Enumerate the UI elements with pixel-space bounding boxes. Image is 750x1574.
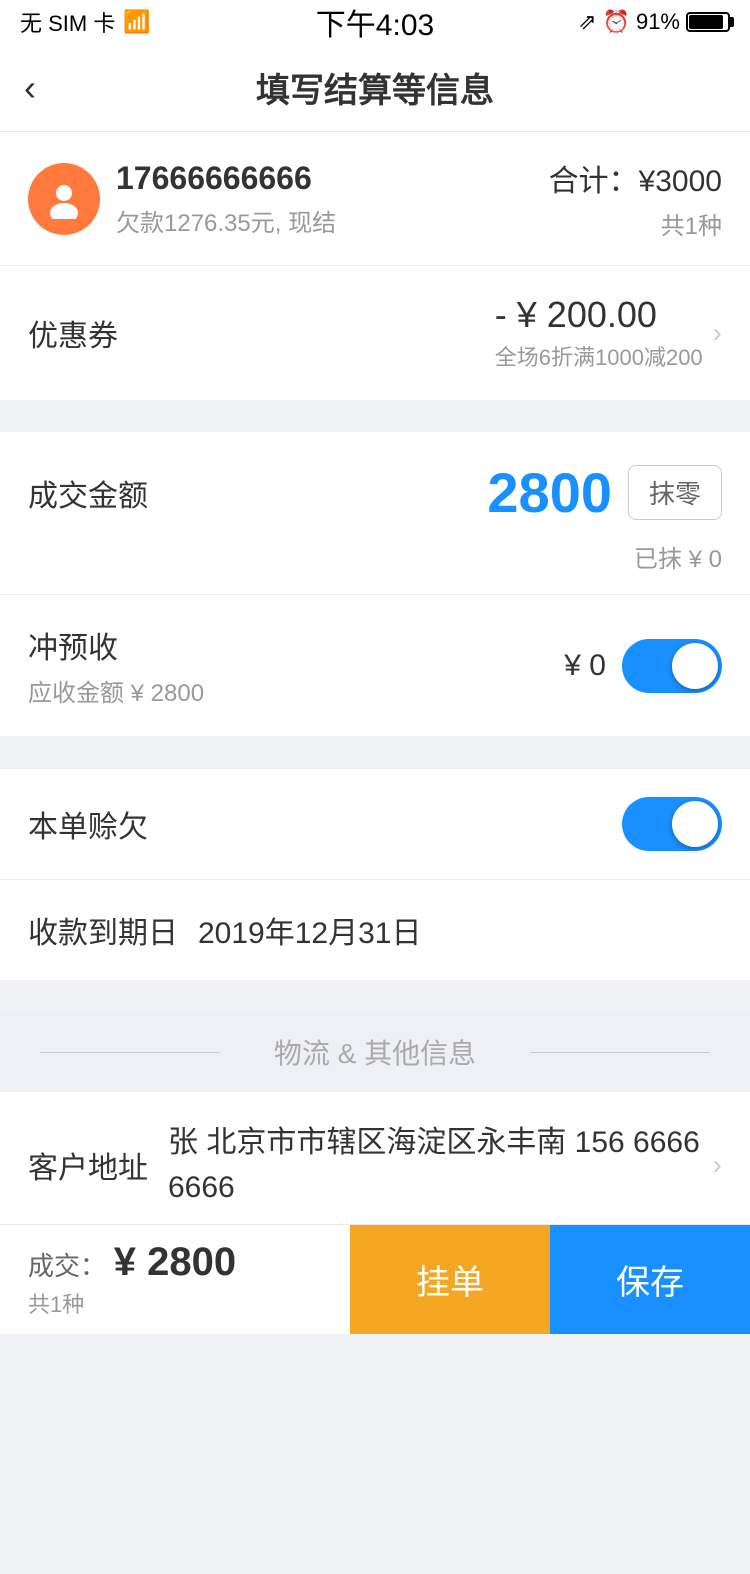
address-label: 客户地址 [28,1143,148,1187]
status-time: 下午4:03 [316,0,434,44]
coupon-label: 优惠券 [28,311,118,355]
debts-section: 本单赊欠 收款到期日 2019年12月31日 [0,768,750,980]
wifi-icon: 📶 [123,9,150,35]
chong-left: 冲预收 应收金额 ¥ 2800 [28,623,204,708]
alarm-icon: ⏰ [603,9,630,35]
bottom-summary-row: 成交： ¥ 2800 [28,1240,322,1285]
coupon-right: - ¥ 200.00 全场6折满1000减200 › [495,294,722,372]
amount-right: 2800 抹零 [487,460,722,525]
bottom-summary-label: 成交： [28,1251,106,1281]
coupon-row[interactable]: 优惠券 - ¥ 200.00 全场6折满1000减200 › [0,265,750,400]
debts-toggle-knob [672,801,718,847]
coupon-desc: 全场6折满1000减200 [495,340,703,372]
bottom-summary: 成交： ¥ 2800 共1种 [0,1225,350,1334]
logistics-header: 物流 & 其他信息 [0,1012,750,1092]
address-card: 客户地址 张 北京市市辖区海淀区永丰南 156 6666 6666 › [0,1092,750,1238]
chong-amount: ¥ 0 [564,649,606,683]
amount-value: 2800 [487,460,612,525]
address-chevron-icon: › [713,1149,722,1181]
content: 17666666666 欠款1276.35元, 现结 合计：¥3000 共1种 … [0,132,750,1574]
user-row: 17666666666 欠款1276.35元, 现结 合计：¥3000 共1种 [0,132,750,265]
section-divider-2 [0,752,750,768]
pending-button[interactable]: 挂单 [350,1225,550,1334]
bottom-summary-amount: ¥ 2800 [114,1240,236,1284]
battery-percent: 91% [636,9,680,35]
chevron-right-icon: › [713,317,722,349]
avatar [28,163,100,235]
no-sim-label: 无 SIM 卡 [20,6,115,38]
user-info: 17666666666 欠款1276.35元, 现结 [116,160,336,238]
amount-sub: 已抹 ¥ 0 [0,539,750,594]
bottom-summary-count: 共1种 [28,1287,322,1319]
user-phone: 17666666666 [116,160,336,197]
user-right: 合计：¥3000 共1种 [549,156,722,241]
debts-row: 本单赊欠 [0,768,750,879]
order-total: 合计：¥3000 [549,156,722,200]
chong-toggle-knob [672,643,718,689]
chong-right: ¥ 0 [564,639,722,693]
round-button[interactable]: 抹零 [628,465,722,520]
status-left: 无 SIM 卡 📶 [20,6,151,38]
status-bar: 无 SIM 卡 📶 下午4:03 ⇗ ⏰ 91% [0,0,750,44]
due-date-value: 2019年12月31日 [198,908,421,952]
logistics-header-text: 物流 & 其他信息 [274,1038,476,1069]
user-left: 17666666666 欠款1276.35元, 现结 [28,160,336,238]
chong-toggle[interactable] [622,639,722,693]
debts-toggle[interactable] [622,797,722,851]
address-value: 张 北京市市辖区海淀区永丰南 156 6666 6666 [168,1126,700,1204]
chong-row: 冲预收 应收金额 ¥ 2800 ¥ 0 [0,594,750,736]
coupon-amount: - ¥ 200.00 [495,294,703,336]
debts-label: 本单赊欠 [28,802,148,846]
bottom-bar: 成交： ¥ 2800 共1种 挂单 保存 [0,1224,750,1334]
back-button[interactable]: ‹ [24,67,36,109]
page-title: 填写结算等信息 [256,63,494,112]
battery-icon [686,12,730,32]
chong-sub: 应收金额 ¥ 2800 [28,673,204,708]
amount-row: 成交金额 2800 抹零 [0,432,750,553]
save-button[interactable]: 保存 [550,1225,750,1334]
due-date-label: 收款到期日 [28,908,178,952]
address-content: 张 北京市市辖区海淀区永丰南 156 6666 6666 [168,1120,713,1210]
nav-bar: ‹ 填写结算等信息 [0,44,750,132]
address-row[interactable]: 客户地址 张 北京市市辖区海淀区永丰南 156 6666 6666 › [0,1092,750,1238]
chong-label: 冲预收 [28,623,204,667]
due-date-row: 收款到期日 2019年12月31日 [0,879,750,980]
status-right: ⇗ ⏰ 91% [578,9,730,35]
amount-section: 成交金额 2800 抹零 已抹 ¥ 0 冲预收 应收金额 ¥ 2800 ¥ 0 [0,432,750,736]
amount-label: 成交金额 [28,471,148,515]
user-card: 17666666666 欠款1276.35元, 现结 合计：¥3000 共1种 … [0,132,750,400]
location-icon: ⇗ [578,9,596,35]
section-divider [0,416,750,432]
user-debt: 欠款1276.35元, 现结 [116,203,336,238]
order-count: 共1种 [549,206,722,241]
section-divider-3 [0,996,750,1012]
